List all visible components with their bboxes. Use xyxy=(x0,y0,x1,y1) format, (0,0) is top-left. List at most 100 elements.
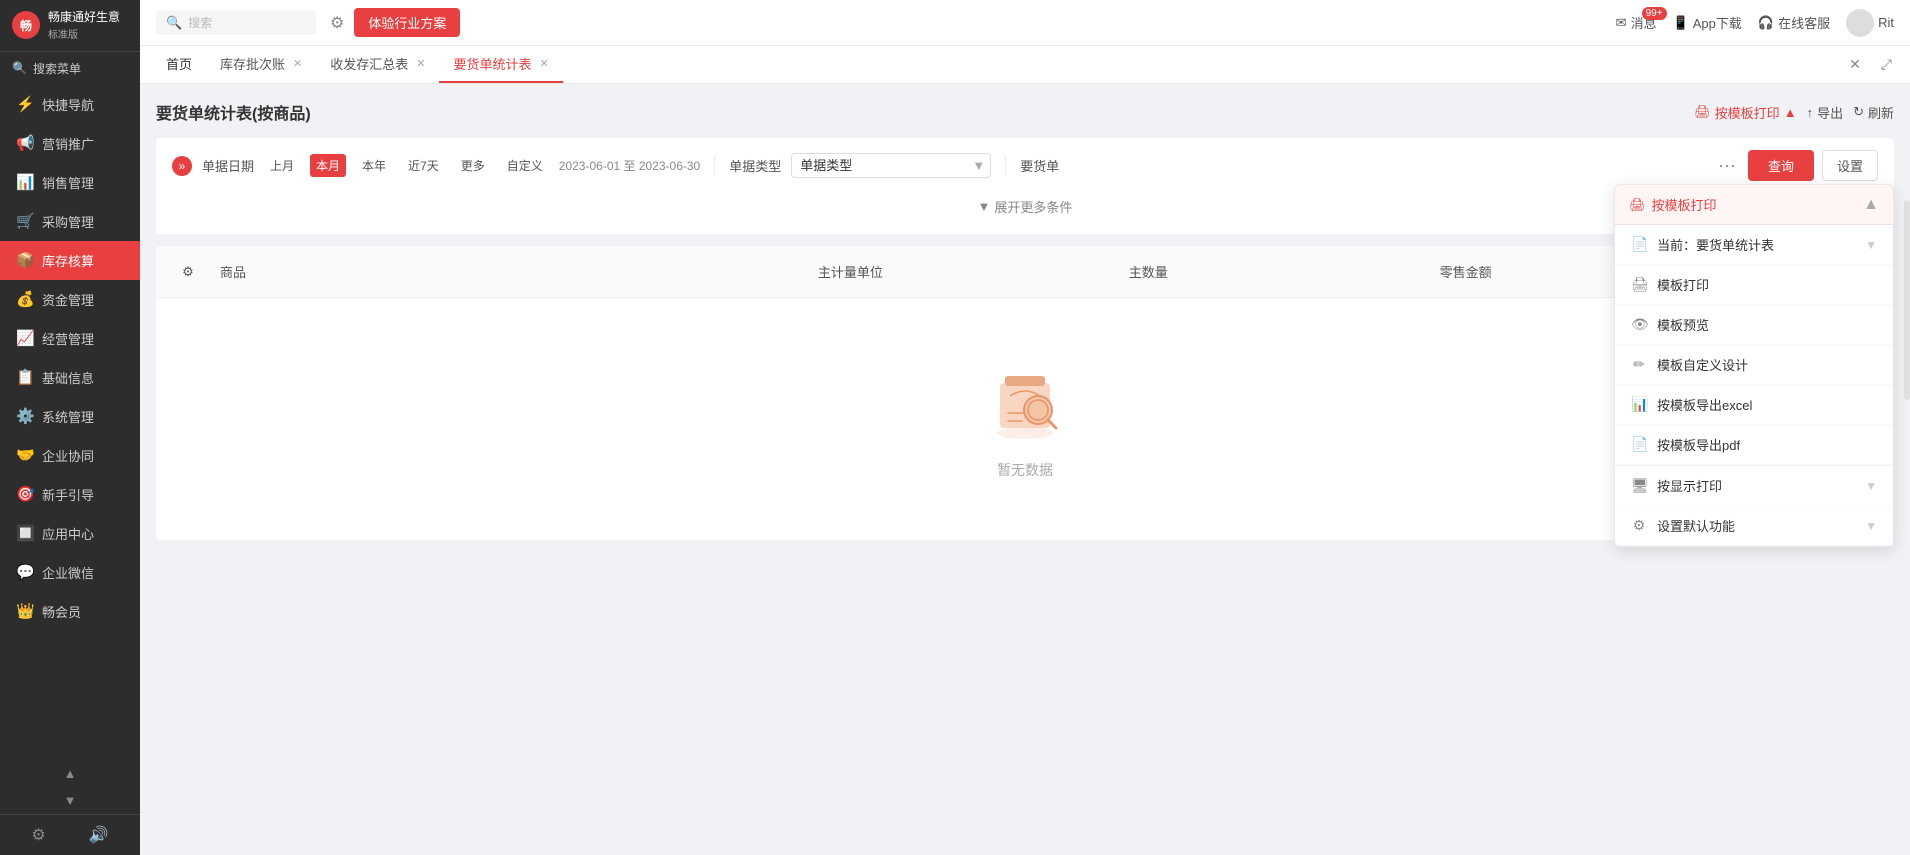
sidebar-footer: ⚙ 🔊 xyxy=(0,814,140,855)
sidebar-item-newbie[interactable]: 🎯 新手引导 xyxy=(0,475,140,514)
nav-icon-newbie: 🎯 xyxy=(16,485,34,503)
sidebar: 畅 畅康通好生意 标准版 🔍 搜索菜单 ⚡ 快捷导航 📢 营销推广 📊 销售管理… xyxy=(0,0,140,855)
dropdown-close-btn[interactable]: ▲ xyxy=(1863,196,1879,214)
tab-home[interactable]: 首页 xyxy=(152,46,206,83)
industry-btn[interactable]: 体验行业方案 xyxy=(354,8,460,37)
sidebar-search[interactable]: 🔍 搜索菜单 xyxy=(0,52,140,85)
app-label: App下载 xyxy=(1693,13,1742,32)
footer-settings-icon[interactable]: ⚙ xyxy=(31,825,45,845)
nav-icon-member: 👑 xyxy=(16,602,34,620)
user-avatar[interactable]: Rit xyxy=(1846,9,1894,37)
sidebar-item-apps[interactable]: 🔲 应用中心 xyxy=(0,514,140,553)
export-btn[interactable]: ↑ 导出 xyxy=(1807,103,1844,122)
sidebar-item-inventory[interactable]: 📦 库存核算 xyxy=(0,241,140,280)
printer-icon: 🖨 xyxy=(1694,104,1711,120)
dropdown-item-template-custom[interactable]: ✏ 模板自定义设计 xyxy=(1615,345,1893,385)
date-btn-this-month[interactable]: 本月 xyxy=(310,154,346,177)
service-btn[interactable]: 🎧 在线客服 xyxy=(1758,13,1830,32)
dropdown-current-template[interactable]: 📄 当前：要货单统计表 ▼ xyxy=(1615,225,1893,265)
sidebar-item-operation[interactable]: 📈 经营管理 xyxy=(0,319,140,358)
sidebar-item-label: 基础信息 xyxy=(42,368,94,387)
sidebar-item-label: 企业微信 xyxy=(42,563,94,582)
page-actions: 🖨 按模板打印 ▲ ↑ 导出 ↻ 刷新 xyxy=(1694,103,1894,122)
date-btn-custom[interactable]: 自定义 xyxy=(501,154,549,177)
sidebar-nav: ⚡ 快捷导航 📢 营销推广 📊 销售管理 🛒 采购管理 📦 库存核算 💰 资金管… xyxy=(0,85,140,760)
filter-row-date: » 单据日期 上月 本月 本年 近7天 更多 自定义 2023-06-01 至 … xyxy=(172,150,1878,181)
more-options-btn[interactable]: ··· xyxy=(1718,155,1736,176)
sidebar-item-purchase[interactable]: 🛒 采购管理 xyxy=(0,202,140,241)
template-pdf-icon: 📄 xyxy=(1631,436,1647,453)
tab-close-receipt-summary[interactable]: ✕ xyxy=(416,57,425,70)
topbar-search-placeholder: 搜索 xyxy=(188,14,212,31)
sidebar-item-label: 快捷导航 xyxy=(42,95,94,114)
sidebar-item-system[interactable]: ⚙️ 系统管理 xyxy=(0,397,140,436)
topbar-search-icon: 🔍 xyxy=(166,15,182,31)
template-print-label: 模板打印 xyxy=(1657,275,1877,294)
dropdown-item-template-preview[interactable]: 👁 模板预览 xyxy=(1615,305,1893,345)
sidebar-item-shortcut[interactable]: ⚡ 快捷导航 xyxy=(0,85,140,124)
main-area: 🔍 搜索 ⚙ 体验行业方案 ✉ 消息 99+ 📱 App下载 🎧 在线客服 Ri… xyxy=(140,0,1910,855)
sidebar-logo: 畅 畅康通好生意 标准版 xyxy=(0,0,140,52)
topbar: 🔍 搜索 ⚙ 体验行业方案 ✉ 消息 99+ 📱 App下载 🎧 在线客服 Ri… xyxy=(140,0,1910,46)
topbar-gear-icon[interactable]: ⚙ xyxy=(330,13,344,33)
sidebar-item-label: 系统管理 xyxy=(42,407,94,426)
type-select[interactable]: 单据类型 xyxy=(791,153,991,178)
date-btn-7days[interactable]: 近7天 xyxy=(402,154,445,177)
dropdown-item-display-print[interactable]: 🖥 按显示打印 ▼ xyxy=(1615,466,1893,506)
right-scrollbar[interactable] xyxy=(1904,200,1910,400)
set-default-label: 设置默认功能 xyxy=(1657,516,1855,535)
template-print-dropdown: 🖨 按模板打印 ▲ 📄 当前：要货单统计表 ▼ 🖨 模板打印 👁 模板预览 ✏ xyxy=(1614,184,1894,547)
empty-illustration xyxy=(980,358,1070,448)
nav-icon-wechat: 💬 xyxy=(16,563,34,581)
query-btn[interactable]: 查询 xyxy=(1748,150,1814,181)
settings-btn[interactable]: 设置 xyxy=(1822,150,1878,181)
sidebar-item-basic[interactable]: 📋 基础信息 xyxy=(0,358,140,397)
topbar-search[interactable]: 🔍 搜索 xyxy=(156,10,316,35)
tab-order-stats[interactable]: 要货单统计表 ✕ xyxy=(439,46,562,83)
sidebar-item-sales[interactable]: 📊 销售管理 xyxy=(0,163,140,202)
th-qty: 主数量 xyxy=(1117,254,1428,289)
sidebar-item-member[interactable]: 👑 畅会员 xyxy=(0,592,140,631)
sidebar-scroll-up[interactable]: ▲ xyxy=(0,760,140,787)
chevron-up-icon: ▲ xyxy=(1784,105,1797,120)
content-area: 要货单统计表(按商品) 🖨 按模板打印 ▲ ↑ 导出 ↻ 刷新 xyxy=(140,84,1910,855)
sidebar-scroll-down[interactable]: ▼ xyxy=(0,787,140,814)
tab-receipt-summary[interactable]: 收发存汇总表 ✕ xyxy=(316,46,439,83)
logo-name: 畅康通好生意 xyxy=(48,10,120,26)
date-range-display: 2023-06-01 至 2023-06-30 xyxy=(559,157,700,174)
tab-expand-btn[interactable]: ⤢ xyxy=(1875,54,1898,75)
message-btn[interactable]: ✉ 消息 99+ xyxy=(1616,13,1657,32)
filter-expand-icon[interactable]: » xyxy=(172,156,192,176)
sidebar-item-label: 销售管理 xyxy=(42,173,94,192)
dropdown-item-template-excel[interactable]: 📊 按模板导出excel xyxy=(1615,385,1893,425)
th-settings[interactable]: ⚙ xyxy=(168,256,208,288)
nav-icon-operation: 📈 xyxy=(16,329,34,347)
template-print-btn[interactable]: 🖨 按模板打印 ▲ xyxy=(1694,103,1796,122)
tab-close-inventory-batch[interactable]: ✕ xyxy=(293,57,302,70)
dropdown-item-set-default[interactable]: ⚙ 设置默认功能 ▼ xyxy=(1615,506,1893,546)
app-icon: 📱 xyxy=(1673,15,1689,31)
sidebar-item-finance[interactable]: 💰 资金管理 xyxy=(0,280,140,319)
tab-inventory-batch[interactable]: 库存批次账 ✕ xyxy=(206,46,316,83)
sidebar-item-wechat[interactable]: 💬 企业微信 xyxy=(0,553,140,592)
nav-icon-collab: 🤝 xyxy=(16,446,34,464)
template-custom-label: 模板自定义设计 xyxy=(1657,355,1877,374)
dropdown-item-template-pdf[interactable]: 📄 按模板导出pdf xyxy=(1615,425,1893,465)
page-title: 要货单统计表(按商品) xyxy=(156,100,311,124)
template-pdf-label: 按模板导出pdf xyxy=(1657,435,1877,454)
tab-close-all-btn[interactable]: ✕ xyxy=(1843,54,1867,75)
refresh-btn[interactable]: ↻ 刷新 xyxy=(1853,103,1894,122)
footer-sound-icon[interactable]: 🔊 xyxy=(89,825,109,845)
dropdown-item-template-print[interactable]: 🖨 模板打印 xyxy=(1615,265,1893,305)
sidebar-item-collab[interactable]: 🤝 企业协同 xyxy=(0,436,140,475)
date-btn-prev-month[interactable]: 上月 xyxy=(264,154,300,177)
sidebar-item-marketing[interactable]: 📢 营销推广 xyxy=(0,124,140,163)
tab-close-order-stats[interactable]: ✕ xyxy=(540,57,549,70)
date-btn-this-year[interactable]: 本年 xyxy=(356,154,392,177)
nav-icon-system: ⚙️ xyxy=(16,407,34,425)
avatar-image xyxy=(1846,9,1874,37)
printer-icon-dropdown: 🖨 xyxy=(1629,197,1646,213)
date-btn-more[interactable]: 更多 xyxy=(455,154,491,177)
app-download-btn[interactable]: 📱 App下载 xyxy=(1673,13,1742,32)
display-print-arrow: ▼ xyxy=(1865,479,1877,493)
